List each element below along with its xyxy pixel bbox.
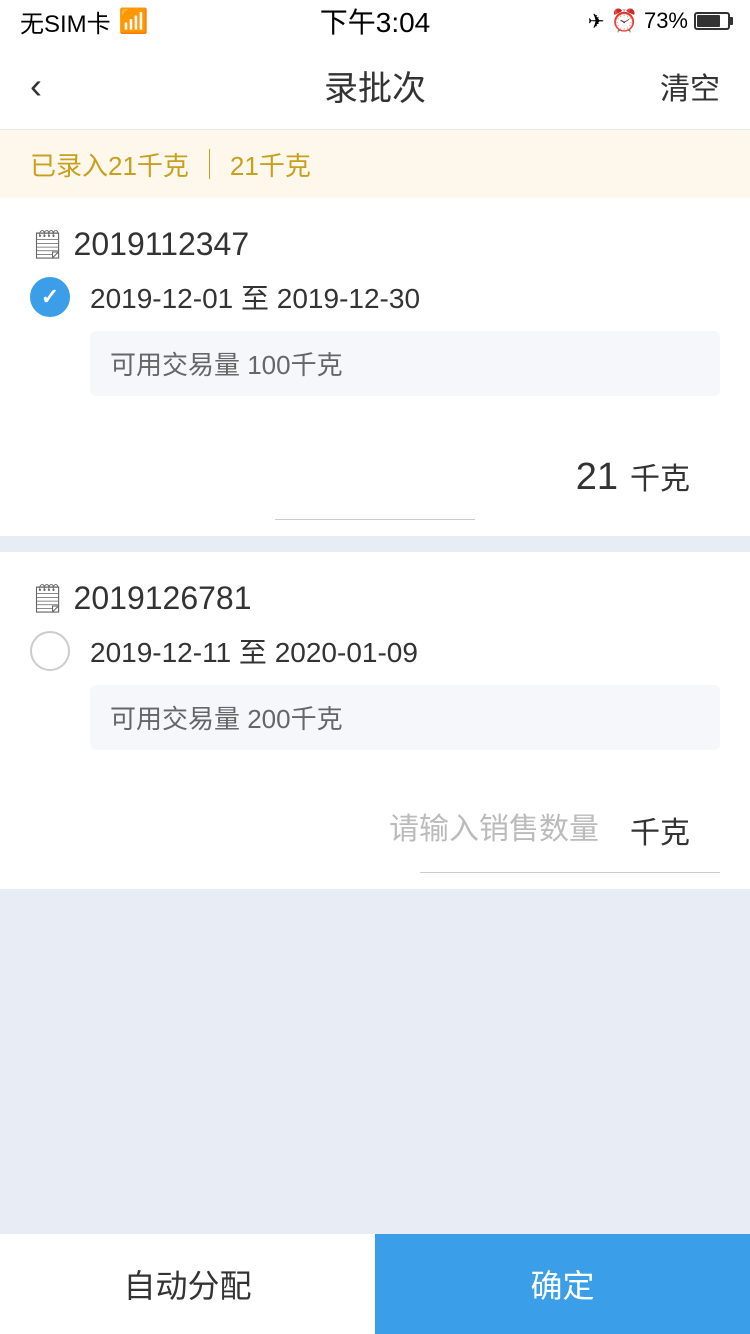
empty-area: [0, 889, 750, 1289]
status-left: 无SIM卡 📶: [20, 4, 149, 39]
batch-number-2: 2019126781: [74, 580, 252, 617]
nav-bar: ‹ 录批次 清空: [0, 42, 750, 130]
confirm-button[interactable]: 确定: [375, 1234, 750, 1334]
location-icon: ✈: [588, 9, 605, 34]
availability-box-2: 可用交易量 200千克: [90, 685, 720, 750]
card-row-2[interactable]: 2019-12-11 至 2020-01-09: [30, 631, 720, 671]
card-row-1[interactable]: 2019-12-01 至 2019-12-30: [30, 277, 720, 317]
status-right: ✈ ⏰ 73%: [588, 8, 730, 34]
recorded-label: 已录入21千克: [30, 146, 189, 183]
back-button[interactable]: ‹: [30, 65, 90, 107]
page-title: 录批次: [324, 61, 426, 110]
batch-card-1: 🗒 2019112347 2019-12-01 至 2019-12-30 可用交…: [0, 198, 750, 424]
date-range-2: 2019-12-11 至 2020-01-09: [90, 631, 418, 671]
battery-icon: [694, 12, 730, 30]
qty-unit-2: 千克: [630, 808, 690, 852]
date-range-1: 2019-12-01 至 2019-12-30: [90, 277, 420, 317]
amount-section-1: 21 千克: [0, 424, 750, 536]
battery-percent: 73%: [644, 8, 688, 34]
section-divider: [0, 536, 750, 552]
underline-wrapper-1: [30, 519, 720, 536]
wifi-icon: 📶: [119, 7, 149, 36]
bottom-bar: 自动分配 确定: [0, 1234, 750, 1334]
amount-unit-1: 千克: [630, 454, 690, 498]
batch-number-1: 2019112347: [74, 226, 250, 263]
status-bar: 无SIM卡 📶 下午3:04 ✈ ⏰ 73%: [0, 0, 750, 42]
input-row-2[interactable]: 千克: [30, 788, 720, 872]
carrier-label: 无SIM卡: [20, 4, 111, 39]
clear-button[interactable]: 清空: [660, 64, 720, 108]
amount-value-1: 21: [576, 456, 618, 499]
underline-wrapper-2: [30, 872, 720, 889]
doc-icon-1: 🗒: [30, 228, 66, 261]
radio-unselected-2[interactable]: [30, 631, 70, 671]
auto-distribute-button[interactable]: 自动分配: [0, 1234, 375, 1334]
info-banner: 已录入21千克 21千克: [0, 130, 750, 198]
amount-row-1: 21 千克: [30, 434, 720, 519]
info-divider: [209, 149, 210, 179]
alarm-icon: ⏰: [611, 8, 638, 34]
card-header-1: 🗒 2019112347: [30, 226, 720, 263]
amount-underline-1: [275, 519, 475, 520]
amount-inner-2: 千克: [0, 778, 750, 889]
availability-box-1: 可用交易量 100千克: [90, 331, 720, 396]
doc-icon-2: 🗒: [30, 582, 66, 615]
amount-section-2: 千克: [0, 778, 750, 889]
total-label: 21千克: [230, 146, 311, 183]
radio-selected-1[interactable]: [30, 277, 70, 317]
time-label: 下午3:04: [320, 1, 431, 41]
amount-inner-1: 21 千克: [0, 424, 750, 536]
qty-input-2[interactable]: [314, 813, 614, 847]
card-header-2: 🗒 2019126781: [30, 580, 720, 617]
batch-card-2: 🗒 2019126781 2019-12-11 至 2020-01-09 可用交…: [0, 552, 750, 778]
input-underline-2: [420, 872, 720, 873]
